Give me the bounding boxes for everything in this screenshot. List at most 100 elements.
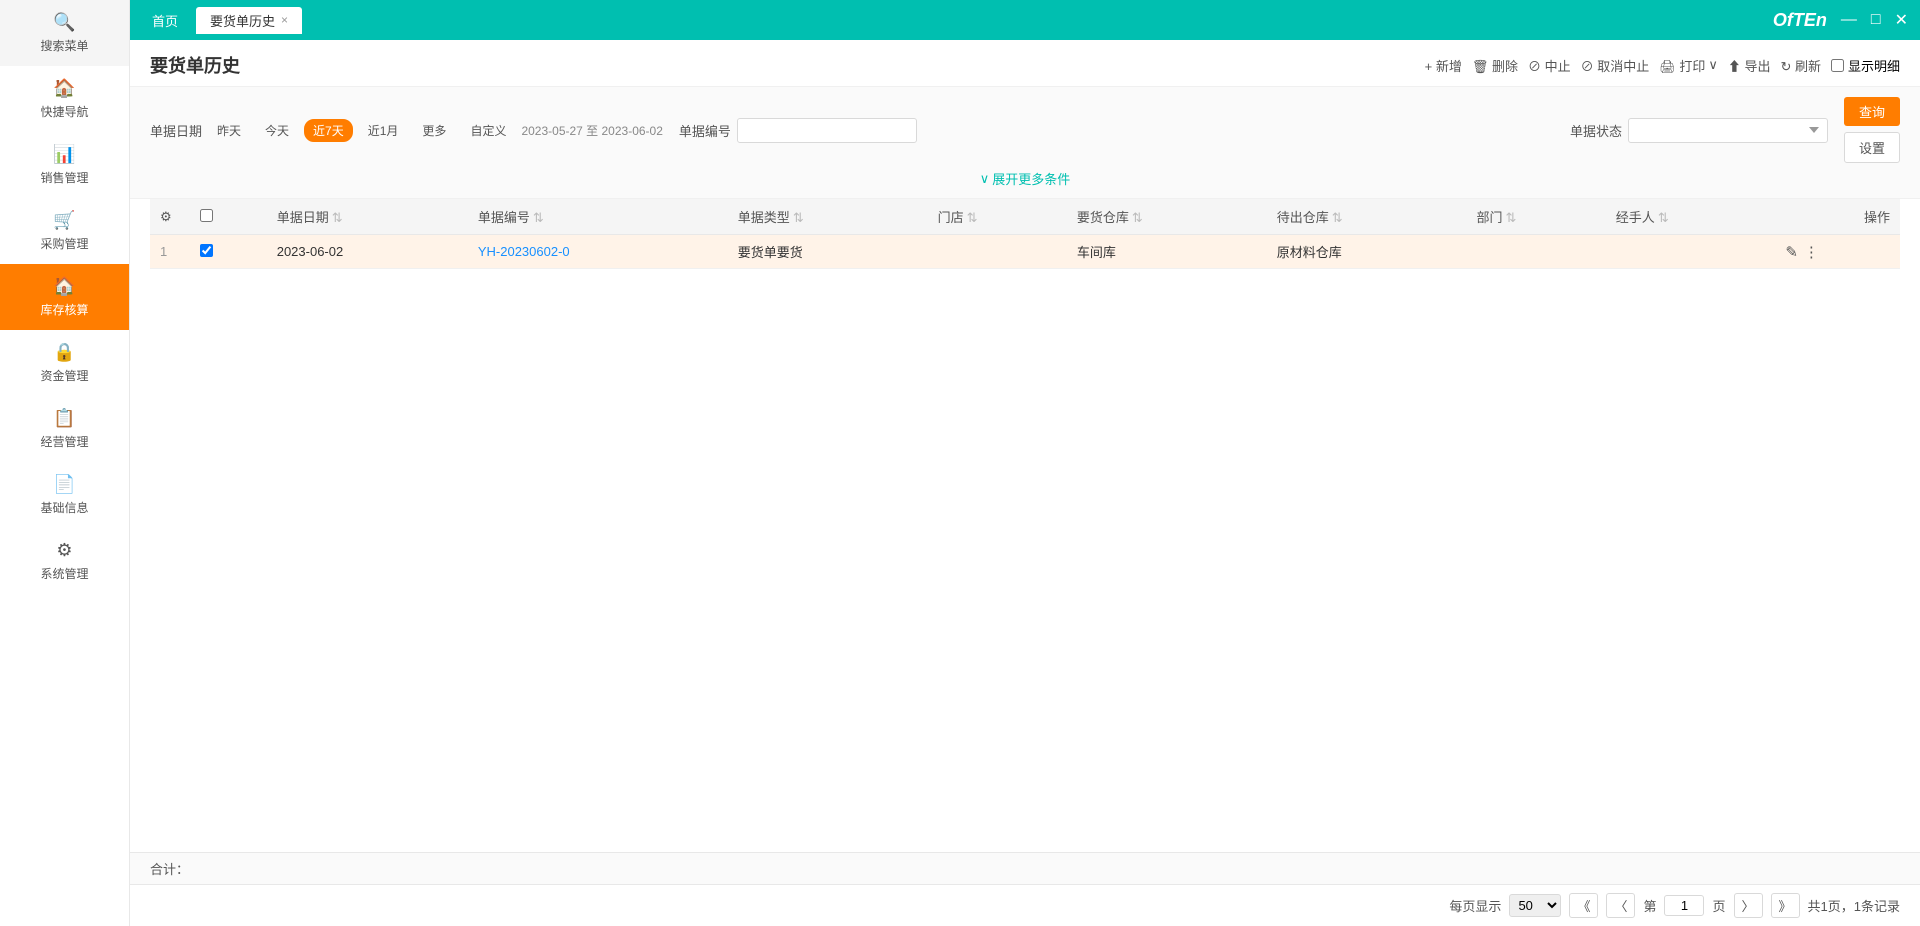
sidebar-item-basic-info[interactable]: 📄基础信息	[0, 462, 129, 528]
doc-no-link-0[interactable]: YH-20230602-0	[478, 244, 570, 259]
sidebar-item-finance-mgmt[interactable]: 🔒资金管理	[0, 330, 129, 396]
date-btn-自定义[interactable]: 自定义	[461, 119, 515, 142]
col-header-dept[interactable]: 部门⇅	[1466, 199, 1605, 235]
sidebar-icon-sys-mgmt: ⚙	[56, 540, 72, 561]
sidebar-item-inventory[interactable]: 🏠库存核算	[0, 264, 129, 330]
sort-icon-date: ⇅	[332, 210, 343, 225]
row-dept	[1466, 235, 1605, 269]
table-header: ⚙ 单据日期⇅单据编号⇅单据类型⇅门店⇅要货仓库⇅待出仓库⇅部门⇅经手人⇅操作	[150, 199, 1900, 235]
row-checkbox-0[interactable]	[200, 244, 213, 257]
sidebar-icon-purchase-mgmt: 🛒	[53, 210, 75, 231]
row-index-0: 1	[160, 244, 167, 259]
sidebar-label-search-menu: 搜索菜单	[40, 37, 88, 54]
sort-icon-store: ⇅	[967, 210, 978, 225]
status-select[interactable]	[1628, 118, 1828, 143]
row-pending-warehouse: 原材料仓库	[1267, 235, 1467, 269]
sidebar-icon-inventory: 🏠	[53, 276, 75, 297]
page-header: 要货单历史 + 新增 🗑 删除 ⊘ 中止 ⊘ 取消中止 🖨 打印 ∨ ⬆ 导出 …	[130, 40, 1920, 87]
page-number-input[interactable]	[1664, 895, 1704, 916]
date-btn-近7天[interactable]: 近7天	[304, 119, 353, 142]
footer-bar: 合计：	[130, 852, 1920, 884]
row-actions-0: ✎⋮	[1785, 243, 1890, 261]
col-header-doc_no[interactable]: 单据编号⇅	[468, 199, 728, 235]
prev-page-button[interactable]: 〈	[1606, 893, 1635, 918]
sidebar-item-quick-nav[interactable]: 🏠 快捷导航	[0, 66, 129, 132]
date-btn-近1月[interactable]: 近1月	[359, 119, 408, 142]
print-button[interactable]: 🖨 打印 ∨	[1659, 56, 1718, 75]
sidebar: 🔍 搜索菜单 🏠 快捷导航 📊销售管理🛒采购管理🏠库存核算🔒资金管理📋经营管理📄基础信息…	[0, 0, 130, 926]
first-page-button[interactable]: 《	[1569, 893, 1598, 918]
window-close-icon[interactable]: ✕	[1895, 10, 1908, 30]
sidebar-icon-search-menu: 🔍	[53, 12, 75, 33]
col-header-doc_type[interactable]: 单据类型⇅	[728, 199, 928, 235]
show-detail-checkbox-label[interactable]: 显示明细	[1831, 56, 1900, 75]
sidebar-item-ops-mgmt[interactable]: 📋经营管理	[0, 396, 129, 462]
tab-close-icon[interactable]: ×	[281, 13, 288, 27]
page-size-select[interactable]: 102050100	[1509, 894, 1561, 917]
col-header-handler[interactable]: 经手人⇅	[1606, 199, 1776, 235]
col-header-pending_warehouse[interactable]: 待出仓库⇅	[1267, 199, 1467, 235]
date-btn-今天[interactable]: 今天	[256, 119, 298, 142]
sidebar-item-sales-mgmt[interactable]: 📊销售管理	[0, 132, 129, 198]
date-btn-更多[interactable]: 更多	[413, 119, 455, 142]
status-filter-label: 单据状态	[1570, 121, 1622, 140]
filter-date-item: 单据日期 昨天今天近7天近1月更多自定义 2023-05-27 至 2023-0…	[150, 119, 663, 142]
sidebar-label-ops-mgmt: 经营管理	[40, 433, 88, 450]
sidebar-item-sys-mgmt[interactable]: ⚙系统管理	[0, 528, 129, 594]
cancel-stop-button[interactable]: ⊘ 取消中止	[1581, 56, 1650, 75]
pagination: 每页显示 102050100 《 〈 第 页 〉 》 共1页，1条记录	[130, 884, 1920, 926]
page-suffix-label: 页	[1712, 896, 1725, 915]
more-icon-0[interactable]: ⋮	[1804, 243, 1819, 261]
sort-icon-doc_no: ⇅	[533, 210, 544, 225]
date-btns-group: 昨天今天近7天近1月更多自定义	[208, 119, 515, 142]
page-title: 要货单历史	[150, 52, 240, 78]
filter-docno-item: 单据编号	[679, 118, 917, 143]
col-header-req_warehouse[interactable]: 要货仓库⇅	[1067, 199, 1267, 235]
sort-icon-doc_type: ⇅	[793, 210, 804, 225]
row-checkbox	[190, 235, 267, 269]
table-area: ⚙ 单据日期⇅单据编号⇅单据类型⇅门店⇅要货仓库⇅待出仓库⇅部门⇅经手人⇅操作 1…	[130, 199, 1920, 852]
col-header-settings: ⚙	[150, 199, 190, 235]
sort-icon-pending_warehouse: ⇅	[1332, 210, 1343, 225]
window-minimize-icon[interactable]: —	[1841, 11, 1857, 29]
edit-icon-0[interactable]: ✎	[1785, 243, 1798, 261]
query-button[interactable]: 查询	[1844, 97, 1900, 126]
docno-filter-label: 单据编号	[679, 121, 731, 140]
table-row[interactable]: 12023-06-02YH-20230602-0要货单要货车间库原材料仓库✎⋮	[150, 235, 1900, 269]
window-maximize-icon[interactable]: □	[1871, 11, 1881, 29]
filter-row-2: ∨ 展开更多条件	[150, 169, 1900, 188]
sidebar-item-search-menu[interactable]: 🔍 搜索菜单	[0, 0, 129, 66]
refresh-button[interactable]: ↻ 刷新	[1780, 56, 1821, 75]
docno-input[interactable]	[737, 118, 917, 143]
query-buttons: 查询 设置	[1844, 97, 1900, 163]
sidebar-icon-sales-mgmt: 📊	[53, 144, 75, 165]
last-page-button[interactable]: 》	[1771, 893, 1800, 918]
stop-button[interactable]: ⊘ 中止	[1528, 56, 1571, 75]
export-button[interactable]: ⬆ 导出	[1728, 56, 1771, 75]
expand-filter-button[interactable]: ∨ 展开更多条件	[980, 169, 1071, 188]
date-btn-昨天[interactable]: 昨天	[208, 119, 250, 142]
settings-button[interactable]: 设置	[1844, 132, 1900, 163]
sidebar-icon-basic-info: 📄	[53, 474, 75, 495]
sort-icon-dept: ⇅	[1505, 210, 1516, 225]
total-info: 共1页，1条记录	[1808, 896, 1900, 915]
filter-area: 单据日期 昨天今天近7天近1月更多自定义 2023-05-27 至 2023-0…	[130, 87, 1920, 199]
col-header-store[interactable]: 门店⇅	[928, 199, 1067, 235]
sidebar-icon-quick-nav: 🏠	[53, 78, 75, 99]
col-header-action: 操作	[1775, 199, 1900, 235]
table-body: 12023-06-02YH-20230602-0要货单要货车间库原材料仓库✎⋮	[150, 235, 1900, 269]
sidebar-label-quick-nav: 快捷导航	[40, 103, 88, 120]
add-button[interactable]: + 新增	[1425, 56, 1462, 75]
col-header-date[interactable]: 单据日期⇅	[267, 199, 468, 235]
delete-button[interactable]: 🗑 删除	[1472, 56, 1518, 75]
topbar: 首页 要货单历史 × OfTEn — □ ✕	[130, 0, 1920, 40]
sort-icon-handler: ⇅	[1658, 210, 1669, 225]
tab-active[interactable]: 要货单历史 ×	[196, 7, 302, 34]
next-page-button[interactable]: 〉	[1734, 893, 1763, 918]
tab-home[interactable]: 首页	[142, 7, 188, 34]
show-detail-checkbox[interactable]	[1831, 59, 1844, 72]
sidebar-label-finance-mgmt: 资金管理	[40, 367, 88, 384]
page-size-label: 每页显示	[1449, 896, 1501, 915]
select-all-checkbox[interactable]	[200, 209, 213, 222]
sidebar-item-purchase-mgmt[interactable]: 🛒采购管理	[0, 198, 129, 264]
